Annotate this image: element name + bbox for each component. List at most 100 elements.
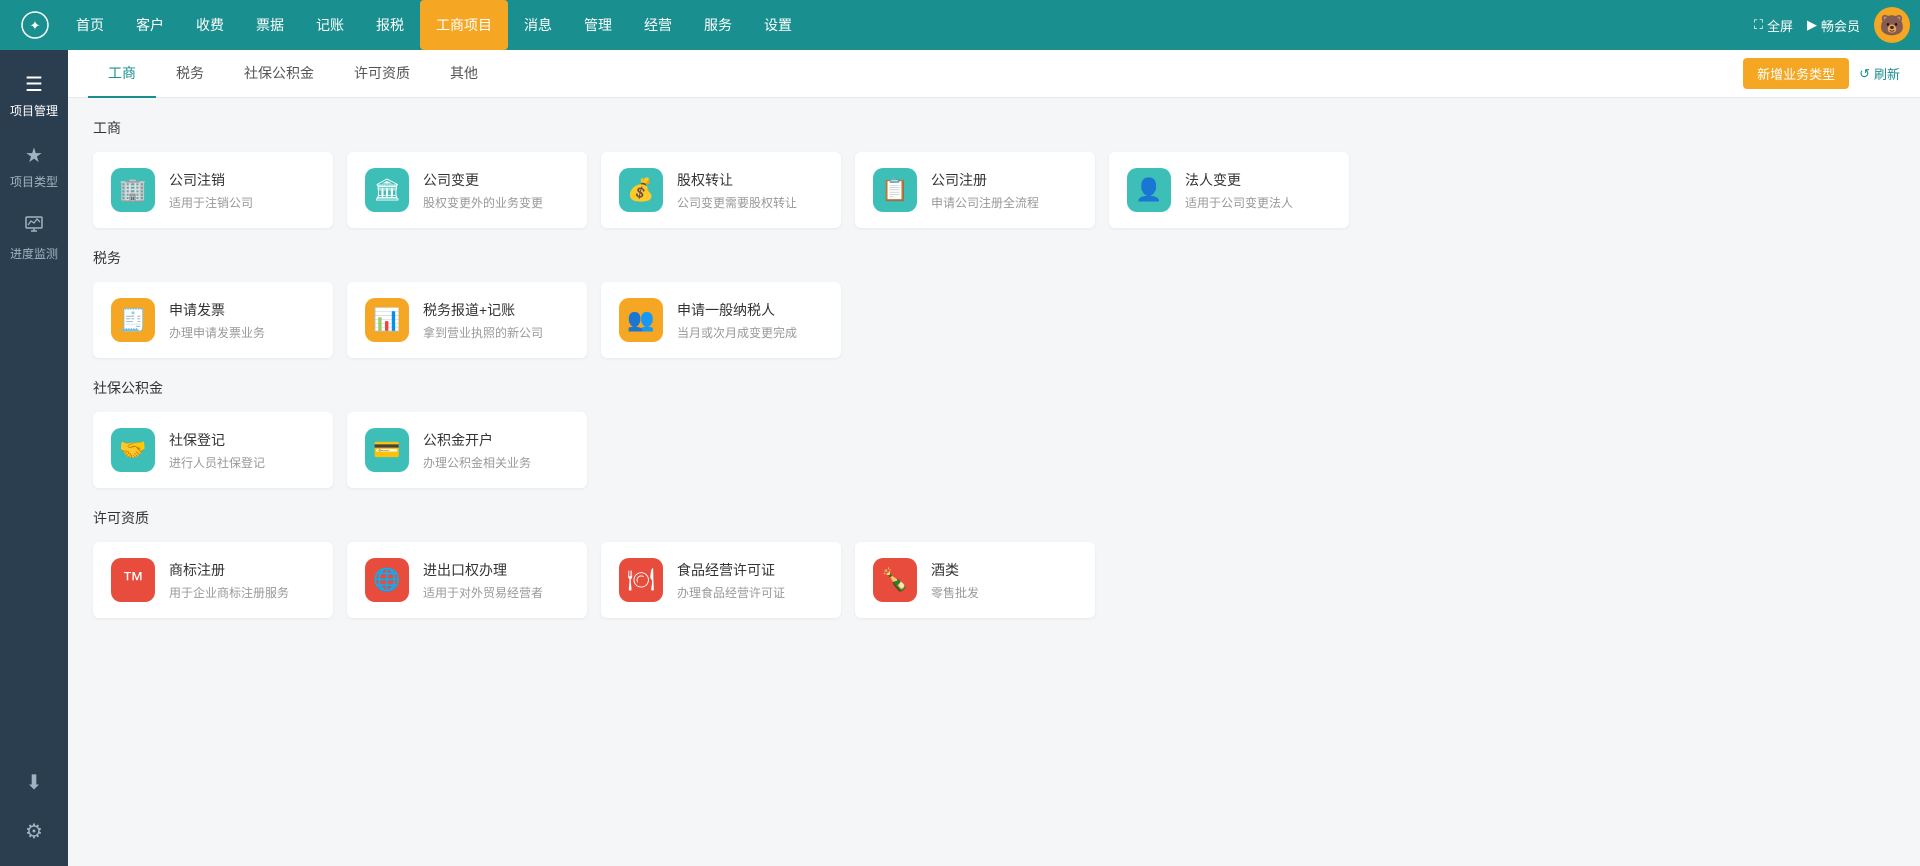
card-desc-进出口权办理: 适用于对外贸易经营者 [423, 584, 543, 601]
sidebar-download-button[interactable]: ⬇ [0, 758, 68, 807]
card-desc-食品经营许可证: 办理食品经营许可证 [677, 584, 785, 601]
settings-icon: ⚙ [25, 819, 43, 844]
tab-bar-actions: 新增业务类型 ↺ 刷新 [1743, 58, 1900, 89]
top-navigation: ✦ 首页客户收费票据记账报税工商项目消息管理经营服务设置 ⛶ 全屏 ▶ 畅会员 … [0, 0, 1920, 50]
tab-社保公积金[interactable]: 社保公积金 [224, 50, 334, 98]
card-社保登记[interactable]: 🤝 社保登记 进行人员社保登记 [93, 412, 333, 488]
card-股权转让[interactable]: 💰 股权转让 公司变更需要股权转让 [601, 152, 841, 228]
sidebar-item-progress-monitor[interactable]: 进度监测 [0, 202, 68, 274]
card-info-公司注册: 公司注册 申请公司注册全流程 [931, 170, 1039, 211]
fullscreen-button[interactable]: ⛶ 全屏 [1754, 16, 1793, 35]
card-icon-进出口权办理: 🌐 [365, 558, 409, 602]
sidebar-item-project-type[interactable]: ★ 项目类型 [0, 131, 68, 202]
card-desc-申请一般纳税人: 当月或次月成变更完成 [677, 324, 797, 341]
nav-item-首页[interactable]: 首页 [60, 0, 120, 50]
nav-items: 首页客户收费票据记账报税工商项目消息管理经营服务设置 [60, 0, 1754, 50]
card-申请发票[interactable]: 🧾 申请发票 办理申请发票业务 [93, 282, 333, 358]
card-icon-公积金开户: 💳 [365, 428, 409, 472]
nav-item-管理[interactable]: 管理 [568, 0, 628, 50]
card-desc-酒类: 零售批发 [931, 584, 979, 601]
star-icon: ★ [25, 143, 43, 168]
card-desc-股权转让: 公司变更需要股权转让 [677, 194, 797, 211]
card-desc-公积金开户: 办理公积金相关业务 [423, 454, 531, 471]
card-title-法人变更: 法人变更 [1185, 170, 1293, 190]
nav-item-记账[interactable]: 记账 [300, 0, 360, 50]
nav-item-收费[interactable]: 收费 [180, 0, 240, 50]
card-icon-申请发票: 🧾 [111, 298, 155, 342]
card-公司注销[interactable]: 🏢 公司注销 适用于注销公司 [93, 152, 333, 228]
section-title-社保公积金: 社保公积金 [93, 378, 1895, 398]
section-title-许可资质: 许可资质 [93, 508, 1895, 528]
nav-item-设置[interactable]: 设置 [748, 0, 808, 50]
card-title-社保登记: 社保登记 [169, 430, 265, 450]
card-icon-公司注册: 📋 [873, 168, 917, 212]
card-title-商标注册: 商标注册 [169, 560, 289, 580]
user-avatar[interactable]: 🐻 [1874, 7, 1910, 43]
card-税务报道+记账[interactable]: 📊 税务报道+记账 拿到营业执照的新公司 [347, 282, 587, 358]
tab-bar: 工商税务社保公积金许可资质其他 新增业务类型 ↺ 刷新 [68, 50, 1920, 98]
card-法人变更[interactable]: 👤 法人变更 适用于公司变更法人 [1109, 152, 1349, 228]
card-info-法人变更: 法人变更 适用于公司变更法人 [1185, 170, 1293, 211]
nav-item-票据[interactable]: 票据 [240, 0, 300, 50]
card-icon-股权转让: 💰 [619, 168, 663, 212]
card-icon-公司变更: 🏛 [365, 168, 409, 212]
member-button[interactable]: ▶ 畅会员 [1807, 16, 1860, 35]
card-icon-税务报道+记账: 📊 [365, 298, 409, 342]
card-info-申请一般纳税人: 申请一般纳税人 当月或次月成变更完成 [677, 300, 797, 341]
nav-item-经营[interactable]: 经营 [628, 0, 688, 50]
tab-许可资质[interactable]: 许可资质 [334, 50, 430, 98]
cards-grid-许可资质: ™ 商标注册 用于企业商标注册服务 🌐 进出口权办理 适用于对外贸易经营者 🍽 … [93, 542, 1895, 618]
card-icon-申请一般纳税人: 👥 [619, 298, 663, 342]
card-title-公司变更: 公司变更 [423, 170, 543, 190]
play-icon: ▶ [1807, 17, 1817, 33]
card-公积金开户[interactable]: 💳 公积金开户 办理公积金相关业务 [347, 412, 587, 488]
tabs-container: 工商税务社保公积金许可资质其他 [88, 50, 498, 97]
card-title-申请一般纳税人: 申请一般纳税人 [677, 300, 797, 320]
card-酒类[interactable]: 🍾 酒类 零售批发 [855, 542, 1095, 618]
new-business-type-button[interactable]: 新增业务类型 [1743, 58, 1849, 89]
card-title-公司注销: 公司注销 [169, 170, 253, 190]
card-申请一般纳税人[interactable]: 👥 申请一般纳税人 当月或次月成变更完成 [601, 282, 841, 358]
left-sidebar: ☰ 项目管理 ★ 项目类型 进度监测 ⬇ ⚙ [0, 50, 68, 866]
card-title-进出口权办理: 进出口权办理 [423, 560, 543, 580]
card-title-股权转让: 股权转让 [677, 170, 797, 190]
card-icon-公司注销: 🏢 [111, 168, 155, 212]
refresh-icon: ↺ [1859, 66, 1870, 82]
card-title-公司注册: 公司注册 [931, 170, 1039, 190]
nav-item-客户[interactable]: 客户 [120, 0, 180, 50]
card-食品经营许可证[interactable]: 🍽 食品经营许可证 办理食品经营许可证 [601, 542, 841, 618]
card-info-进出口权办理: 进出口权办理 适用于对外贸易经营者 [423, 560, 543, 601]
monitor-icon [24, 214, 44, 240]
card-desc-税务报道+记账: 拿到营业执照的新公司 [423, 324, 543, 341]
nav-item-消息[interactable]: 消息 [508, 0, 568, 50]
nav-item-工商项目[interactable]: 工商项目 [420, 0, 508, 50]
sidebar-settings-button[interactable]: ⚙ [0, 807, 68, 856]
card-icon-食品经营许可证: 🍽 [619, 558, 663, 602]
card-公司变更[interactable]: 🏛 公司变更 股权变更外的业务变更 [347, 152, 587, 228]
card-info-股权转让: 股权转让 公司变更需要股权转让 [677, 170, 797, 211]
nav-item-报税[interactable]: 报税 [360, 0, 420, 50]
cards-grid-工商: 🏢 公司注销 适用于注销公司 🏛 公司变更 股权变更外的业务变更 💰 股权转让 … [93, 152, 1895, 228]
app-logo: ✦ [10, 11, 60, 39]
sidebar-item-project-management[interactable]: ☰ 项目管理 [0, 60, 68, 131]
card-desc-申请发票: 办理申请发票业务 [169, 324, 265, 341]
cards-grid-税务: 🧾 申请发票 办理申请发票业务 📊 税务报道+记账 拿到营业执照的新公司 👥 申… [93, 282, 1895, 358]
card-公司注册[interactable]: 📋 公司注册 申请公司注册全流程 [855, 152, 1095, 228]
card-title-税务报道+记账: 税务报道+记账 [423, 300, 543, 320]
card-进出口权办理[interactable]: 🌐 进出口权办理 适用于对外贸易经营者 [347, 542, 587, 618]
card-title-食品经营许可证: 食品经营许可证 [677, 560, 785, 580]
tab-其他[interactable]: 其他 [430, 50, 498, 98]
main-content: 工商税务社保公积金许可资质其他 新增业务类型 ↺ 刷新 工商 🏢 公司注销 适用… [68, 50, 1920, 866]
refresh-button[interactable]: ↺ 刷新 [1859, 64, 1900, 83]
card-desc-公司注册: 申请公司注册全流程 [931, 194, 1039, 211]
section-title-税务: 税务 [93, 248, 1895, 268]
card-desc-公司注销: 适用于注销公司 [169, 194, 253, 211]
tab-工商[interactable]: 工商 [88, 50, 156, 98]
content-area: 工商 🏢 公司注销 适用于注销公司 🏛 公司变更 股权变更外的业务变更 💰 股权… [68, 98, 1920, 658]
card-info-税务报道+记账: 税务报道+记账 拿到营业执照的新公司 [423, 300, 543, 341]
nav-item-服务[interactable]: 服务 [688, 0, 748, 50]
card-desc-商标注册: 用于企业商标注册服务 [169, 584, 289, 601]
card-商标注册[interactable]: ™ 商标注册 用于企业商标注册服务 [93, 542, 333, 618]
tab-税务[interactable]: 税务 [156, 50, 224, 98]
card-desc-法人变更: 适用于公司变更法人 [1185, 194, 1293, 211]
